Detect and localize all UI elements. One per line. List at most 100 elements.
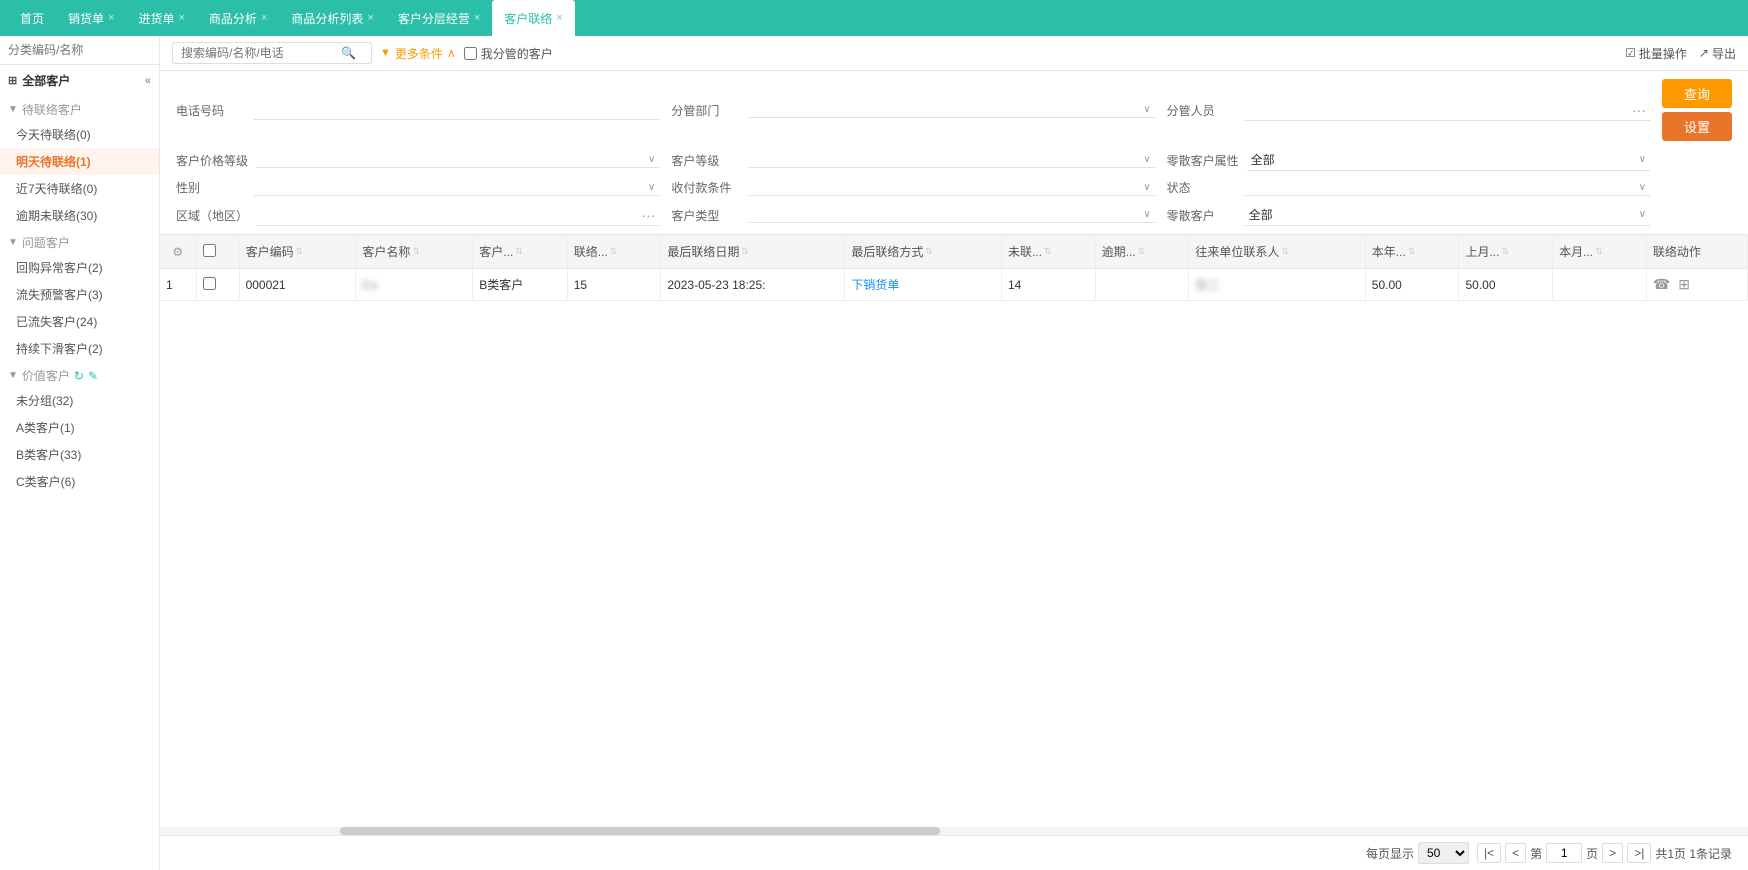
page-input[interactable] xyxy=(1546,843,1582,863)
close-icon[interactable]: × xyxy=(178,12,184,24)
row-last-method: 下销货单 xyxy=(845,269,1002,301)
filter-payment-select[interactable]: ∨ xyxy=(749,180,1154,196)
filter-price-level-select[interactable]: ∨ xyxy=(256,152,659,168)
refresh-icon[interactable]: ↻ xyxy=(74,369,84,383)
close-icon[interactable]: × xyxy=(108,12,114,24)
close-icon[interactable]: × xyxy=(556,12,562,24)
sidebar-item-churn-warning[interactable]: 流失预警客户(3) xyxy=(0,281,159,308)
batch-operation-btn[interactable]: ☑ 批量操作 xyxy=(1625,45,1687,62)
sidebar-search-input[interactable] xyxy=(8,43,160,57)
close-icon[interactable]: × xyxy=(474,12,480,24)
sort-icon[interactable]: ⇅ xyxy=(925,246,933,257)
sidebar-item-class-b[interactable]: B类客户(33) xyxy=(0,441,159,468)
filter-row-2: 客户价格等级 ∨ 客户等级 ∨ 零散客户属性 全部 xyxy=(176,149,1732,171)
sidebar-item-tomorrow-pending[interactable]: 明天待联络(1) xyxy=(0,148,159,175)
sort-icon[interactable]: ⇅ xyxy=(741,246,749,257)
sidebar-item-class-c[interactable]: C类客户(6) xyxy=(0,468,159,495)
last-page-btn[interactable]: >| xyxy=(1627,843,1651,863)
select-all-checkbox[interactable] xyxy=(203,244,216,257)
sort-icon[interactable]: ⇅ xyxy=(1408,246,1416,257)
nav-customer-tier[interactable]: 客户分层经营 × xyxy=(386,0,492,36)
horizontal-scrollbar[interactable] xyxy=(160,827,1748,835)
contact-icon[interactable]: ☎ xyxy=(1653,276,1670,293)
close-icon[interactable]: × xyxy=(261,12,267,24)
filter-payment: 收付款条件 ∨ xyxy=(671,179,1154,196)
footer: 每页显示 50 100 200 |< < 第 页 > >| 共1页 1条记录 xyxy=(160,835,1748,870)
filter-gender-select[interactable]: ∨ xyxy=(254,180,659,196)
scrollbar-thumb[interactable] xyxy=(340,827,940,835)
my-customers-checkbox-label[interactable]: 我分管的客户 xyxy=(464,45,553,62)
sort-icon[interactable]: ⇅ xyxy=(1044,246,1052,257)
sidebar-item-overdue[interactable]: 逾期未联络(30) xyxy=(0,202,159,229)
page-size-select[interactable]: 50 100 200 xyxy=(1418,842,1469,864)
filter-price-level: 客户价格等级 ∨ xyxy=(176,152,659,169)
row-select-checkbox[interactable] xyxy=(203,277,216,290)
gear-icon[interactable]: ⚙ xyxy=(172,245,183,259)
filter-customer-level-select[interactable]: ∨ xyxy=(749,152,1154,168)
nav-purchase-order[interactable]: 进货单 × xyxy=(126,0,196,36)
filter-phone: 电话号码 xyxy=(176,101,659,120)
close-icon[interactable]: × xyxy=(367,12,373,24)
nav-home[interactable]: 首页 xyxy=(8,0,56,36)
filter-person-select[interactable]: ··· xyxy=(1245,100,1650,121)
chevron-left-icon: « xyxy=(145,75,151,87)
filter-status-select[interactable]: ∨ xyxy=(1245,180,1650,196)
search-input[interactable] xyxy=(181,46,341,60)
table-row: 1 000021 Ea B类客户 xyxy=(160,269,1748,301)
row-actions: ☎ ⊞ xyxy=(1646,269,1747,301)
sidebar-search-area: 🔍 xyxy=(0,36,159,65)
export-icon: ↗ xyxy=(1699,46,1709,60)
sidebar-item-churned[interactable]: 已流失客户(24) xyxy=(0,308,159,335)
search-icon[interactable]: 🔍 xyxy=(341,46,356,60)
sort-icon[interactable]: ⇅ xyxy=(610,246,618,257)
main-layout: 🔍 ⊞ 全部客户 « ▼ 待联络客户 今天待联络(0) 明天待联络(1) 近7天… xyxy=(0,36,1748,870)
next-page-btn[interactable]: > xyxy=(1602,843,1623,863)
sidebar-all-customers[interactable]: ⊞ 全部客户 « xyxy=(0,65,159,96)
prev-page-btn[interactable]: < xyxy=(1505,843,1526,863)
sort-icon[interactable]: ⇅ xyxy=(1501,246,1509,257)
my-customers-checkbox[interactable] xyxy=(464,47,477,60)
filter-more-btn[interactable]: ▼ 更多条件 ∧ xyxy=(380,45,456,62)
search-box: 🔍 xyxy=(172,42,372,64)
filter-dept-select[interactable]: ∨ xyxy=(749,102,1154,118)
sort-icon[interactable]: ⇅ xyxy=(1281,246,1289,257)
nav-customer-contact[interactable]: 客户联络 × xyxy=(492,0,574,36)
sidebar-item-class-a[interactable]: A类客户(1) xyxy=(0,414,159,441)
filter-area-select[interactable]: ··· xyxy=(256,205,659,226)
filter-retail-attr-select[interactable]: 全部 ∨ xyxy=(1247,149,1650,171)
settings-btn[interactable]: 设置 xyxy=(1662,112,1732,141)
page-size-area: 每页显示 50 100 200 xyxy=(1366,842,1469,864)
col-header-this-month: 本月... ⇅ xyxy=(1553,235,1647,269)
sort-icon[interactable]: ⇅ xyxy=(1138,246,1146,257)
sidebar-item-repurchase-abnormal[interactable]: 回购异常客户(2) xyxy=(0,254,159,281)
col-header-this-year: 本年... ⇅ xyxy=(1365,235,1459,269)
sort-icon[interactable]: ⇅ xyxy=(412,246,420,257)
nav-product-analysis[interactable]: 商品分析 × xyxy=(197,0,279,36)
filter-phone-input[interactable] xyxy=(254,101,659,120)
sidebar-item-7days-pending[interactable]: 近7天待联络(0) xyxy=(0,175,159,202)
row-type: B类客户 xyxy=(473,269,567,301)
export-btn[interactable]: ↗ 导出 xyxy=(1699,45,1736,62)
nav-sales-order[interactable]: 销货单 × xyxy=(56,0,126,36)
filter-retail-customer-select[interactable]: 全部 ∨ xyxy=(1245,204,1650,226)
action-icons: ☎ ⊞ xyxy=(1653,276,1741,293)
col-header-uncontacted: 未联... ⇅ xyxy=(1001,235,1095,269)
filter-status: 状态 ∨ xyxy=(1167,179,1650,196)
sort-icon[interactable]: ⇅ xyxy=(296,246,304,257)
sidebar-item-declining[interactable]: 持续下滑客户(2) xyxy=(0,335,159,362)
dots-icon[interactable]: ··· xyxy=(641,207,655,223)
query-btn[interactable]: 查询 xyxy=(1662,79,1732,108)
sort-icon[interactable]: ⇅ xyxy=(1595,246,1603,257)
sidebar-item-today-pending[interactable]: 今天待联络(0) xyxy=(0,121,159,148)
filter-customer-type-select[interactable]: ∨ xyxy=(749,207,1154,223)
edit-icon[interactable]: ✎ xyxy=(88,369,98,383)
filter-person: 分管人员 ··· xyxy=(1167,100,1650,121)
qr-icon[interactable]: ⊞ xyxy=(1678,276,1690,293)
sort-icon[interactable]: ⇅ xyxy=(515,246,523,257)
chevron-down-icon: ∨ xyxy=(1143,154,1150,165)
nav-product-analysis-list[interactable]: 商品分析列表 × xyxy=(279,0,385,36)
first-page-btn[interactable]: |< xyxy=(1477,843,1501,863)
sidebar-item-ungrouped[interactable]: 未分组(32) xyxy=(0,387,159,414)
pagination: |< < 第 页 > >| 共1页 1条记录 xyxy=(1477,843,1732,863)
dots-icon[interactable]: ··· xyxy=(1632,102,1646,118)
